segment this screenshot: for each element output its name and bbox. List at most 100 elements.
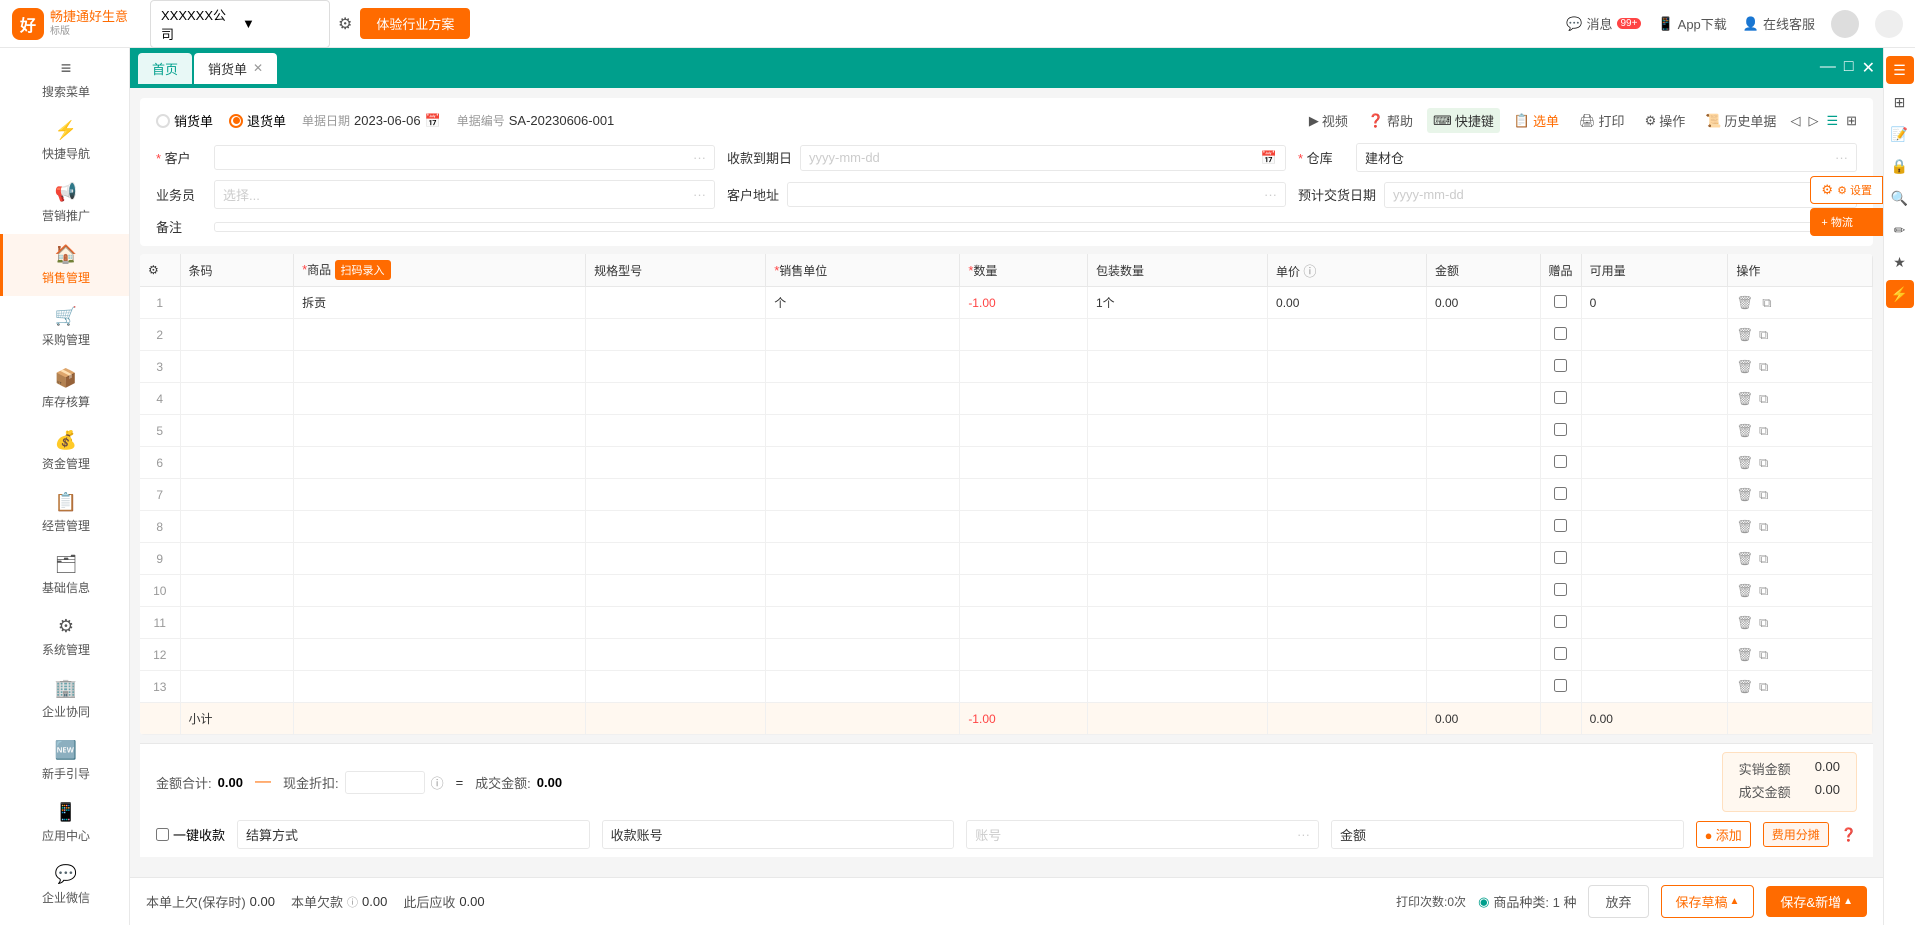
sidebar-item-capital[interactable]: 💰 资金管理: [0, 420, 129, 482]
minus-icon[interactable]: —: [255, 773, 271, 791]
discount-input[interactable]: [345, 771, 425, 794]
trial-button[interactable]: 体验行业方案: [360, 8, 470, 39]
avatar2[interactable]: [1875, 10, 1903, 38]
collect-checkbox[interactable]: [156, 828, 169, 841]
delete-icon-6[interactable]: 🗑: [1736, 455, 1753, 470]
row-1-spec[interactable]: [586, 287, 766, 319]
discard-button[interactable]: 放弃: [1588, 885, 1648, 918]
row-1-amount[interactable]: 0.00: [1426, 287, 1540, 319]
delete-icon-10[interactable]: 🗑: [1736, 583, 1753, 598]
copy-icon-13[interactable]: ⧉: [1759, 679, 1768, 694]
delete-icon-13[interactable]: 🗑: [1736, 679, 1753, 694]
tab-close-window-icon[interactable]: ✕: [1862, 58, 1875, 78]
sidebar-item-search[interactable]: ≡ 搜索菜单: [0, 48, 129, 110]
app-download-button[interactable]: 📱 App下载: [1657, 14, 1726, 33]
due-date-input[interactable]: yyyy-mm-dd 📅: [800, 145, 1286, 171]
sidebar-item-inventory[interactable]: 📦 库存核算: [0, 358, 129, 420]
calendar-icon[interactable]: 📅: [425, 113, 441, 129]
delete-icon-5[interactable]: 🗑: [1736, 423, 1753, 438]
row-1-unit[interactable]: 个: [766, 287, 960, 319]
delete-icon-1[interactable]: 🗑: [1736, 295, 1753, 310]
row-1-barcode[interactable]: [180, 287, 294, 319]
avatar[interactable]: [1831, 10, 1859, 38]
delete-icon-11[interactable]: 🗑: [1736, 615, 1753, 630]
action-shortcut[interactable]: ⌨ 快捷键: [1427, 108, 1500, 133]
delete-icon-3[interactable]: 🗑: [1736, 359, 1753, 374]
company-selector[interactable]: XXXXXX公司 ▼: [150, 0, 330, 48]
sidebar-item-marketing[interactable]: 📢 营销推广: [0, 172, 129, 234]
tab-home[interactable]: 首页: [138, 53, 192, 84]
messages-button[interactable]: 💬 消息 99+: [1566, 14, 1641, 33]
copy-icon-8[interactable]: ⧉: [1759, 519, 1768, 534]
nav-next-icon[interactable]: ▷: [1808, 113, 1818, 129]
account-select[interactable]: 收款账号: [602, 820, 955, 849]
sidebar-item-guide[interactable]: 🆕 新手引导: [0, 730, 129, 792]
settlement-select[interactable]: 结算方式: [237, 820, 590, 849]
action-print[interactable]: 🖨 打印: [1573, 108, 1631, 133]
view-list-icon[interactable]: ☰: [1826, 113, 1838, 129]
online-service-button[interactable]: 👤 在线客服: [1743, 14, 1815, 33]
nav-prev-icon[interactable]: ◁: [1790, 113, 1800, 129]
sidebar-item-member[interactable]: ♕ 畅会员: [0, 916, 129, 925]
fee-split-button[interactable]: 费用分摊: [1763, 822, 1829, 847]
view-grid-icon[interactable]: ⊞: [1846, 113, 1857, 129]
right-tool-grid[interactable]: ⊞: [1886, 88, 1914, 116]
right-tool-note[interactable]: 📝: [1886, 120, 1914, 148]
calendar-due-icon[interactable]: 📅: [1261, 150, 1277, 166]
account-input[interactable]: 账号 ···: [966, 820, 1319, 849]
copy-icon-2[interactable]: ⧉: [1759, 327, 1768, 342]
sidebar-item-apps[interactable]: 📱 应用中心: [0, 792, 129, 854]
customer-input[interactable]: ···: [214, 145, 715, 170]
delete-icon-12[interactable]: 🗑: [1736, 647, 1753, 662]
delete-icon-8[interactable]: 🗑: [1736, 519, 1753, 534]
right-tool-list[interactable]: ☰: [1886, 56, 1914, 84]
col-settings-header[interactable]: ⚙: [140, 254, 180, 287]
sidebar-item-enterprise[interactable]: 🏢 企业协同: [0, 668, 129, 730]
sidebar-item-purchase[interactable]: 🛒 采购管理: [0, 296, 129, 358]
sidebar-item-shortcuts[interactable]: ⚡ 快捷导航: [0, 110, 129, 172]
copy-icon-5[interactable]: ⧉: [1759, 423, 1768, 438]
fee-help-icon[interactable]: ❓: [1841, 827, 1857, 843]
customer-addr-input[interactable]: ···: [787, 182, 1286, 207]
tab-maximize-icon[interactable]: □: [1844, 58, 1854, 78]
radio-return-order[interactable]: 退货单: [229, 111, 286, 130]
row-1-goods[interactable]: 拆贡: [294, 287, 586, 319]
gift-checkbox-1[interactable]: [1554, 295, 1567, 308]
tab-minimize-icon[interactable]: —: [1820, 58, 1836, 78]
sidebar-item-operations[interactable]: 📋 经营管理: [0, 482, 129, 544]
right-tool-edit[interactable]: ✏: [1886, 216, 1914, 244]
copy-icon-12[interactable]: ⧉: [1759, 647, 1768, 662]
right-tool-lock[interactable]: 🔒: [1886, 152, 1914, 180]
copy-icon-7[interactable]: ⧉: [1759, 487, 1768, 502]
save-new-button[interactable]: 保存&新增 ▲: [1766, 886, 1867, 917]
notes-input[interactable]: [214, 222, 1857, 232]
salesperson-input[interactable]: 选择... ···: [214, 180, 715, 209]
row-1-qty[interactable]: -1.00: [960, 287, 1088, 319]
delete-icon-2[interactable]: 🗑: [1736, 327, 1753, 342]
debt-info-icon[interactable]: ⓘ: [347, 894, 358, 910]
delete-icon-9[interactable]: 🗑: [1736, 551, 1753, 566]
settings-icon[interactable]: ⚙: [338, 14, 352, 34]
action-help[interactable]: ❓ 帮助: [1362, 108, 1419, 133]
sidebar-item-system[interactable]: ⚙ 系统管理: [0, 606, 129, 668]
copy-icon-9[interactable]: ⧉: [1759, 551, 1768, 566]
logistics-button[interactable]: + 物流: [1810, 208, 1883, 236]
delete-icon-7[interactable]: 🗑: [1736, 487, 1753, 502]
one-click-collect-checkbox[interactable]: 一键收款: [156, 825, 225, 844]
delete-icon-4[interactable]: 🗑: [1736, 391, 1753, 406]
copy-icon-6[interactable]: ⧉: [1759, 455, 1768, 470]
right-tool-zoom[interactable]: 🔍: [1886, 184, 1914, 212]
warehouse-input[interactable]: 建材仓 ···: [1356, 143, 1857, 172]
copy-icon-3[interactable]: ⧉: [1759, 359, 1768, 374]
copy-icon-11[interactable]: ⧉: [1759, 615, 1768, 630]
row-1-price[interactable]: 0.00: [1268, 287, 1427, 319]
add-payment-button[interactable]: ● 添加: [1696, 821, 1751, 848]
copy-icon-1[interactable]: ⧉: [1762, 295, 1771, 310]
tab-close-icon[interactable]: ✕: [253, 61, 263, 75]
action-history[interactable]: 📜 历史单据: [1699, 108, 1782, 133]
right-tool-orange[interactable]: ⚡: [1886, 280, 1914, 308]
right-tool-star[interactable]: ★: [1886, 248, 1914, 276]
discount-info-icon[interactable]: ⓘ: [431, 773, 444, 792]
price-info-icon[interactable]: ⓘ: [1303, 264, 1316, 279]
settings-button[interactable]: ⚙ ⚙ 设置: [1810, 176, 1883, 204]
